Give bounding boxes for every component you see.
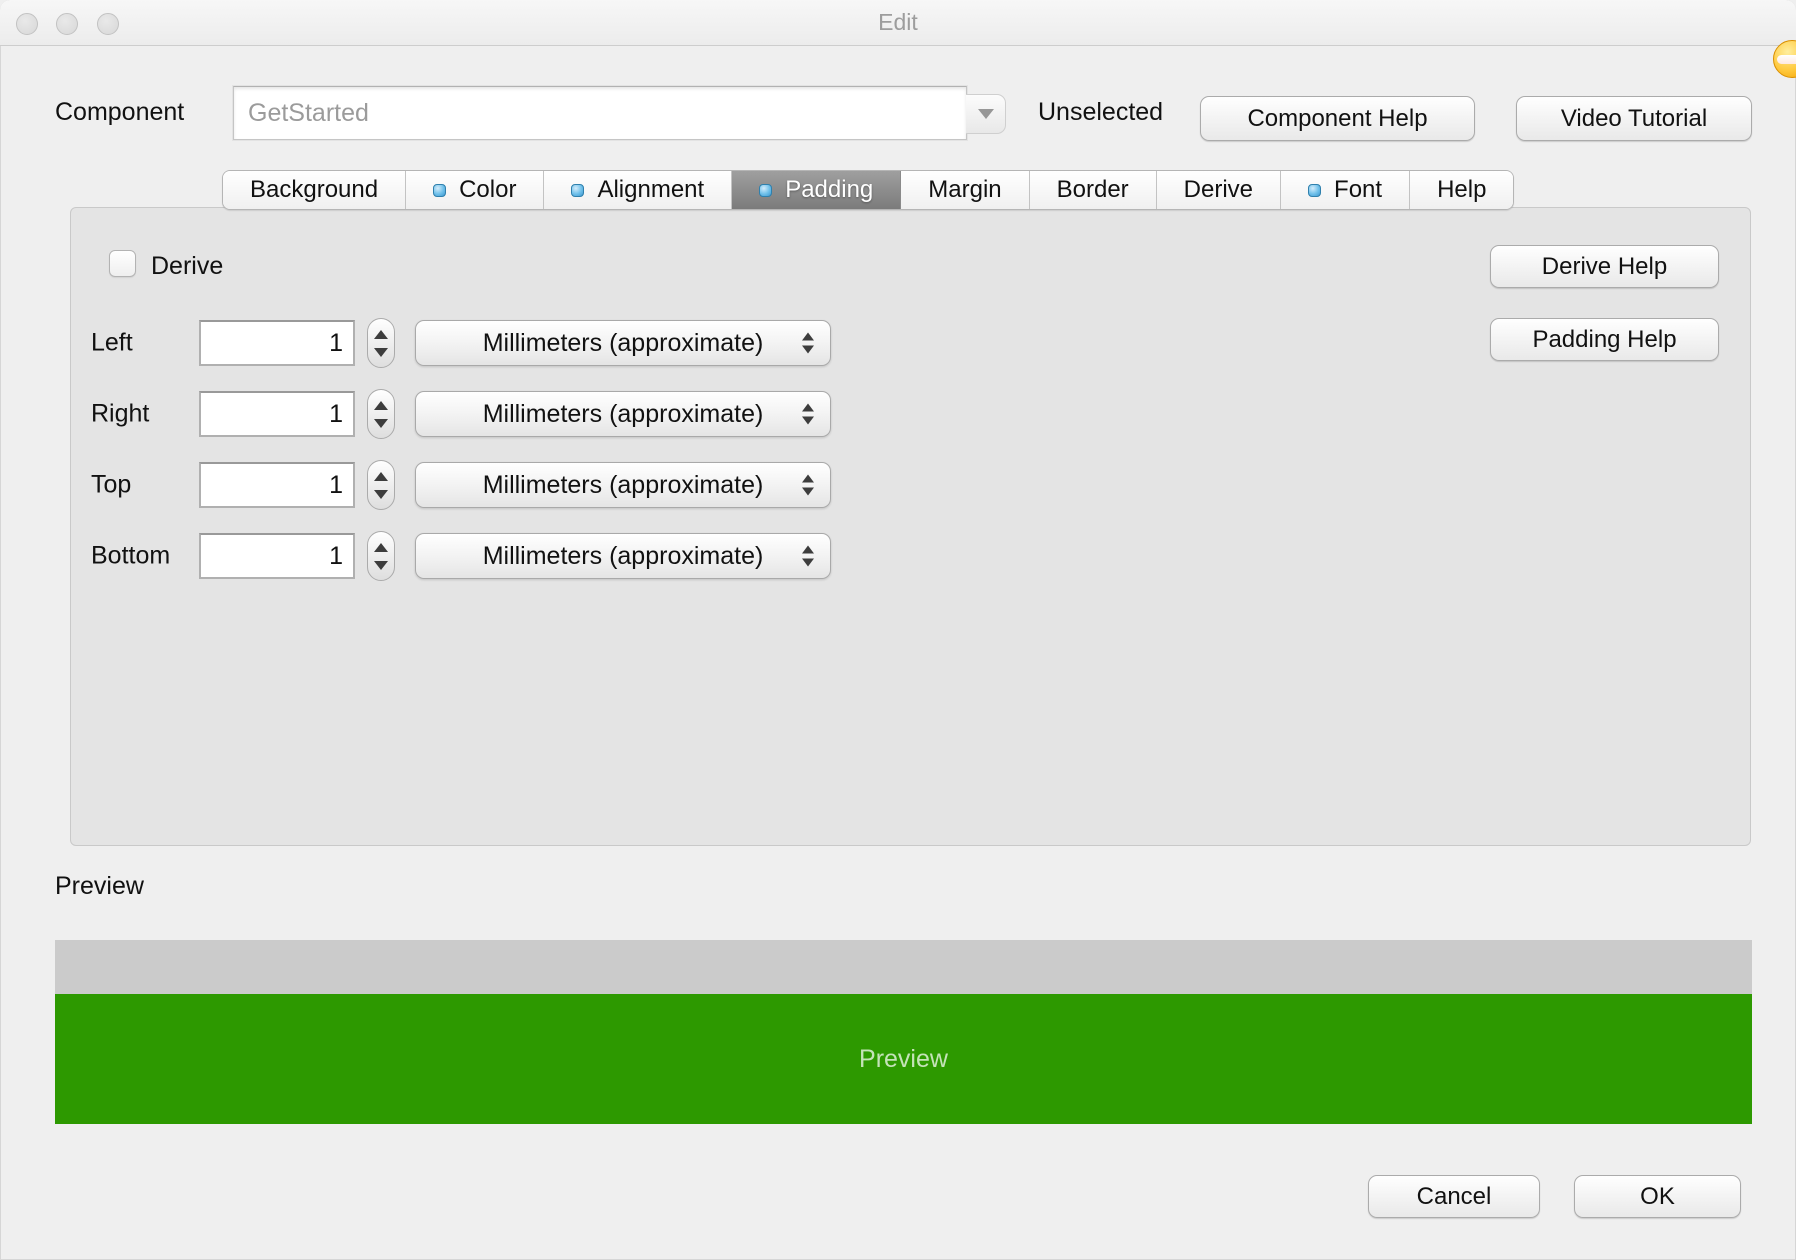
derive-checkbox[interactable] (109, 250, 136, 277)
video-tutorial-button[interactable]: Video Tutorial (1516, 96, 1752, 141)
component-help-button[interactable]: Component Help (1200, 96, 1475, 141)
bottom-unit-select[interactable]: Millimeters (approximate) (415, 533, 831, 579)
unit-select-value: Millimeters (approximate) (482, 399, 764, 428)
right-unit-select[interactable]: Millimeters (approximate) (415, 391, 831, 437)
top-stepper[interactable] (367, 460, 395, 510)
bottom-label: Bottom (91, 541, 171, 570)
unit-select-value: Millimeters (approximate) (482, 328, 764, 357)
tab-derive[interactable]: Derive (1156, 171, 1282, 209)
bottom-stepper[interactable] (367, 531, 395, 581)
edit-dialog: Edit Component Unselected Component Help… (0, 0, 1796, 1260)
preview-header-bar (55, 940, 1752, 994)
preview-body-text: Preview (859, 1044, 948, 1073)
derive-checkbox-label: Derive (151, 252, 224, 280)
bottom-value-input[interactable] (199, 533, 355, 579)
tab-font[interactable]: Font (1281, 171, 1411, 209)
padding-row-top: Top Millimeters (approximate) (71, 458, 1750, 512)
preview-area: Preview (55, 940, 1752, 1124)
unit-select-value: Millimeters (approximate) (482, 541, 764, 570)
component-dropdown-button[interactable] (966, 94, 1006, 134)
tab-label: Border (1056, 176, 1129, 203)
tab-label: Padding (785, 176, 874, 203)
tab-label: Font (1334, 176, 1383, 203)
tab-label: Background (250, 176, 379, 203)
stepper-up-icon[interactable] (374, 329, 388, 339)
tab-color[interactable]: Color (406, 171, 545, 209)
tab-label: Derive (1183, 176, 1254, 203)
tab-margin[interactable]: Margin (901, 171, 1030, 209)
stepper-down-icon[interactable] (374, 347, 388, 357)
chevron-down-icon (977, 109, 994, 119)
component-input[interactable] (233, 86, 967, 140)
tab-state-icon (433, 183, 447, 197)
tab-alignment[interactable]: Alignment (544, 171, 733, 209)
status-text: Unselected (1038, 98, 1164, 126)
tab-label: Alignment (597, 176, 705, 203)
stepper-down-icon[interactable] (374, 489, 388, 499)
stepper-down-icon[interactable] (374, 418, 388, 428)
stepper-down-icon[interactable] (374, 560, 388, 570)
component-label: Component (55, 98, 185, 126)
right-label: Right (91, 399, 150, 428)
tab-help[interactable]: Help (1410, 171, 1514, 209)
preview-body-bar: Preview (55, 994, 1752, 1124)
tab-border[interactable]: Border (1029, 171, 1157, 209)
tab-background[interactable]: Background (223, 171, 407, 209)
tab-state-icon (1308, 183, 1322, 197)
top-label: Top (91, 470, 132, 499)
left-label: Left (91, 328, 133, 357)
padding-row-left: Left Millimeters (approximate) (71, 316, 1750, 370)
component-combobox (233, 86, 1007, 140)
tab-state-icon (759, 183, 773, 197)
tab-label: Color (459, 176, 517, 203)
right-value-input[interactable] (199, 391, 355, 437)
unit-select-value: Millimeters (approximate) (482, 470, 764, 499)
padding-row-right: Right Millimeters (approximate) (71, 387, 1750, 441)
stepper-up-icon[interactable] (374, 400, 388, 410)
window-title: Edit (878, 9, 918, 35)
tab-state-icon (571, 183, 585, 197)
left-value-input[interactable] (199, 320, 355, 366)
tab-label: Margin (928, 176, 1002, 203)
cancel-button[interactable]: Cancel (1368, 1175, 1540, 1218)
ok-button[interactable]: OK (1574, 1175, 1741, 1218)
preview-section-label: Preview (55, 872, 144, 900)
derive-help-button[interactable]: Derive Help (1490, 245, 1719, 288)
right-stepper[interactable] (367, 389, 395, 439)
select-updown-icon (802, 332, 814, 354)
top-unit-select[interactable]: Millimeters (approximate) (415, 462, 831, 508)
select-updown-icon (802, 545, 814, 567)
padding-row-bottom: Bottom Millimeters (approximate) (71, 529, 1750, 583)
left-unit-select[interactable]: Millimeters (approximate) (415, 320, 831, 366)
stepper-up-icon[interactable] (374, 542, 388, 552)
title-bar: Edit (0, 0, 1796, 46)
minus-bar-icon (1777, 55, 1796, 64)
stepper-up-icon[interactable] (374, 471, 388, 481)
select-updown-icon (802, 474, 814, 496)
top-value-input[interactable] (199, 462, 355, 508)
tab-label: Help (1437, 176, 1487, 203)
left-stepper[interactable] (367, 318, 395, 368)
padding-panel: Derive Derive Help Padding Help Left Mil… (70, 207, 1751, 846)
select-updown-icon (802, 403, 814, 425)
tab-bar: Background Color Alignment Padding Margi… (222, 170, 1515, 210)
tab-padding[interactable]: Padding (732, 171, 902, 209)
